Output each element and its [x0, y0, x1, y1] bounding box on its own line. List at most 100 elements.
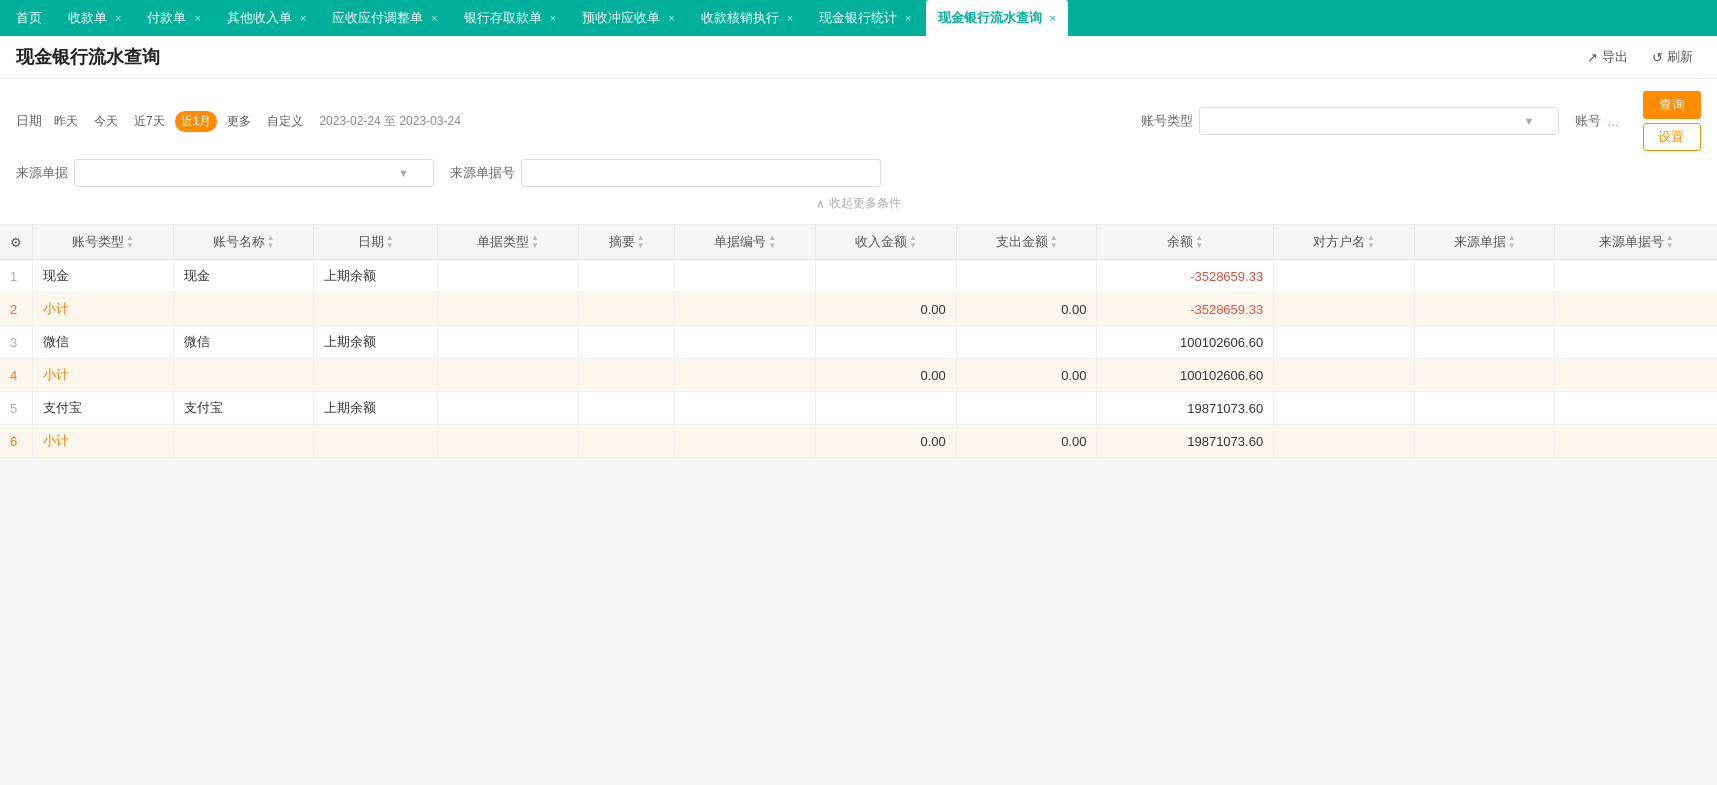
balance-value: 100102606.60 [1180, 335, 1263, 350]
income-value: 0.00 [920, 302, 945, 317]
sort-icon-9: ▲▼ [1195, 234, 1203, 250]
setting-button[interactable]: 设置 [1643, 123, 1701, 151]
filter-row-2: 来源单据 ▼ 来源单据号 [16, 159, 1701, 187]
export-button[interactable]: ↗ 导出 [1579, 44, 1636, 70]
nav-tab-close-6[interactable]: × [787, 0, 793, 36]
date-opt-7days[interactable]: 近7天 [128, 111, 171, 132]
td-summary [578, 392, 675, 425]
td-source-doc-no [1555, 359, 1717, 392]
nav-tab-7[interactable]: 现金银行统计 × [807, 0, 923, 36]
td-source-doc [1414, 260, 1555, 293]
th-summary: 摘要 ▲▼ [578, 225, 675, 260]
td-source-doc-no [1555, 293, 1717, 326]
td-num: 6 [0, 425, 33, 458]
td-income [816, 392, 957, 425]
th-income-sort[interactable]: 收入金额 ▲▼ [855, 233, 917, 251]
nav-tab-close-7[interactable]: × [905, 0, 911, 36]
td-source-doc [1414, 392, 1555, 425]
nav-tab-3[interactable]: 应收应付调整单 × [320, 0, 449, 36]
nav-tab-5[interactable]: 预收冲应收单 × [570, 0, 686, 36]
th-settings[interactable]: ⚙ [0, 225, 33, 260]
date-range-value: 2023-02-24 至 2023-03-24 [319, 113, 460, 130]
td-num: 2 [0, 293, 33, 326]
table-row: 6 小计 0.00 0.00 19871073.60 [0, 425, 1717, 458]
th-account-type-sort[interactable]: 账号类型 ▲▼ [72, 233, 134, 251]
date-label: 日期 [16, 112, 42, 130]
collapse-bar[interactable]: ∧ 收起更多条件 [16, 195, 1701, 212]
date-opt-today[interactable]: 今天 [88, 111, 124, 132]
account-type-label: 账号类型 [1141, 112, 1193, 130]
sort-icon-10: ▲▼ [1367, 234, 1375, 250]
td-doc-no [675, 359, 816, 392]
nav-tab-4[interactable]: 银行存取款单 × [452, 0, 568, 36]
nav-tab-6[interactable]: 收款核销执行 × [689, 0, 805, 36]
date-opt-more[interactable]: 更多 [221, 111, 257, 132]
row-number: 2 [10, 302, 17, 317]
th-source-doc-sort[interactable]: 来源单据 ▲▼ [1454, 233, 1516, 251]
th-counterpart-sort[interactable]: 对方户名 ▲▼ [1313, 233, 1375, 251]
th-account-name: 账号名称 ▲▼ [173, 225, 314, 260]
th-doc-no-sort[interactable]: 单据编号 ▲▼ [714, 233, 776, 251]
source-doc-arrow-icon: ▼ [398, 167, 409, 179]
td-balance: -3528659.33 [1097, 293, 1274, 326]
td-counterpart [1274, 293, 1415, 326]
sort-icon-5: ▲▼ [637, 234, 645, 250]
td-balance: -3528659.33 [1097, 260, 1274, 293]
collapse-up-icon: ∧ [816, 197, 825, 211]
th-balance-sort[interactable]: 余额 ▲▼ [1167, 233, 1203, 251]
sort-icon-6: ▲▼ [768, 234, 776, 250]
date-opt-1month[interactable]: 近1月 [175, 111, 218, 132]
td-income [816, 326, 957, 359]
row-number: 5 [10, 401, 17, 416]
td-account-type: 小计 [33, 359, 174, 392]
account-more-icon[interactable]: ... [1607, 113, 1619, 129]
table-row: 2 小计 0.00 0.00 -3528659.33 [0, 293, 1717, 326]
td-source-doc-no [1555, 392, 1717, 425]
td-date: 上期余额 [314, 326, 438, 359]
sort-icon: ▲▼ [126, 234, 134, 250]
refresh-icon: ↺ [1652, 50, 1663, 65]
td-source-doc-no [1555, 326, 1717, 359]
nav-tab-close-1[interactable]: × [194, 0, 200, 36]
nav-tab-close-3[interactable]: × [431, 0, 437, 36]
query-button[interactable]: 查询 [1643, 91, 1701, 119]
account-type-value: 现金 [43, 268, 69, 283]
nav-tab-8[interactable]: 现金银行流水查询 × [926, 0, 1068, 36]
data-table: ⚙ 账号类型 ▲▼ 账号名称 ▲▼ 日期 [0, 225, 1717, 458]
table-header-row: ⚙ 账号类型 ▲▼ 账号名称 ▲▼ 日期 [0, 225, 1717, 260]
td-balance: 100102606.60 [1097, 359, 1274, 392]
td-account-type: 现金 [33, 260, 174, 293]
nav-tab-close-8[interactable]: × [1050, 0, 1056, 36]
sort-icon-12: ▲▼ [1666, 234, 1674, 250]
source-doc-select[interactable]: ▼ [74, 159, 434, 187]
balance-value: -3528659.33 [1190, 269, 1263, 284]
th-expense-sort[interactable]: 支出金额 ▲▼ [996, 233, 1058, 251]
refresh-button[interactable]: ↺ 刷新 [1644, 44, 1701, 70]
th-summary-sort[interactable]: 摘要 ▲▼ [609, 233, 645, 251]
nav-tab-2[interactable]: 其他收入单 × [215, 0, 318, 36]
nav-tab-close-2[interactable]: × [300, 0, 306, 36]
nav-tab-close-4[interactable]: × [550, 0, 556, 36]
td-income: 0.00 [816, 359, 957, 392]
nav-tab-close-5[interactable]: × [668, 0, 674, 36]
date-opt-custom[interactable]: 自定义 [261, 111, 309, 132]
nav-tab-close-0[interactable]: × [115, 0, 121, 36]
th-doc-type: 单据类型 ▲▼ [438, 225, 579, 260]
th-date-sort[interactable]: 日期 ▲▼ [358, 233, 394, 251]
account-type-value: 小计 [43, 433, 69, 448]
nav-tab-1[interactable]: 付款单 × [135, 0, 212, 36]
source-doc-num-input[interactable] [521, 159, 881, 187]
th-account-name-sort[interactable]: 账号名称 ▲▼ [213, 233, 275, 251]
th-source-doc-no-sort[interactable]: 来源单据号 ▲▼ [1599, 233, 1674, 251]
date-opt-yesterday[interactable]: 昨天 [48, 111, 84, 132]
nav-tab-label-5: 预收冲应收单 [582, 0, 660, 36]
account-label: 账号 [1575, 112, 1601, 130]
nav-tab-0[interactable]: 收款单 × [56, 0, 133, 36]
nav-home[interactable]: 首页 [4, 0, 54, 36]
th-counterpart: 对方户名 ▲▼ [1274, 225, 1415, 260]
th-doc-type-sort[interactable]: 单据类型 ▲▼ [477, 233, 539, 251]
account-type-select[interactable]: ▼ [1199, 107, 1559, 135]
account-type-value: 小计 [43, 367, 69, 382]
expense-value: 0.00 [1061, 434, 1086, 449]
td-counterpart [1274, 392, 1415, 425]
